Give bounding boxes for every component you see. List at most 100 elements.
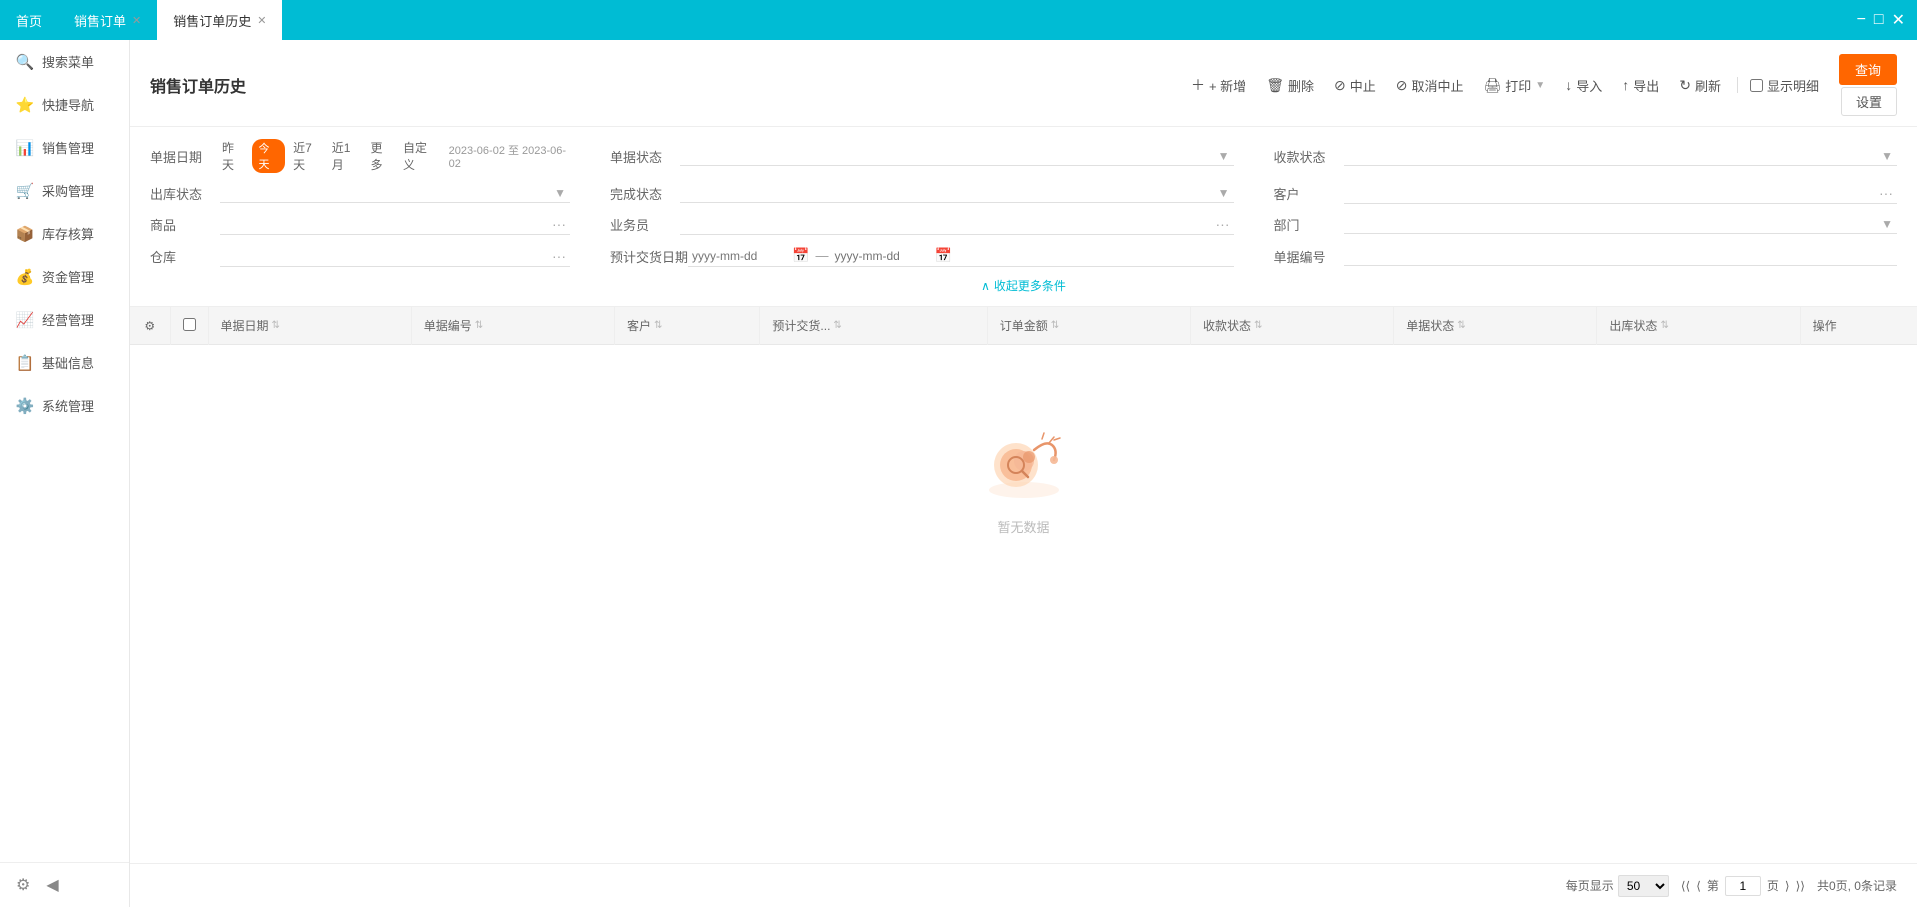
date-more[interactable]: 更多 xyxy=(369,139,395,173)
sort-number[interactable]: 单据编号 ⇅ xyxy=(424,317,602,334)
sidebar-item-purchase[interactable]: 🛒 采购管理 xyxy=(0,169,129,212)
collapse-filters-link[interactable]: ∧ 收起更多条件 xyxy=(150,277,1897,294)
date-custom[interactable]: 自定义 xyxy=(401,139,439,173)
warehouse-dots[interactable]: ··· xyxy=(552,248,566,264)
print-button[interactable]: 🖨 打印 ▼ xyxy=(1479,76,1549,95)
warehouse-label: 仓库 xyxy=(150,247,220,266)
delivery-calendar-end[interactable]: 📅 xyxy=(934,247,951,264)
page-title: 销售订单历史 xyxy=(150,73,246,97)
checkbox-column-header[interactable] xyxy=(170,307,208,345)
sidebar-item-basic-info[interactable]: 📋 基础信息 xyxy=(0,341,129,384)
col-header-outbound-status[interactable]: 出库状态 ⇅ xyxy=(1597,307,1800,345)
prev-page-btn[interactable]: ⟨ xyxy=(1696,879,1701,893)
content-header: 销售订单历史 ＋ + 新增 🗑 删除 ⊘ 中止 ⊘ 取消中止 xyxy=(130,40,1917,127)
cancel-stop-button[interactable]: ⊘ 取消中止 xyxy=(1392,76,1468,95)
warehouse-input-area: ··· xyxy=(220,246,570,267)
window-maximize-icon[interactable]: □ xyxy=(1874,11,1884,29)
sidebar-item-operations[interactable]: 📈 经营管理 xyxy=(0,298,129,341)
add-button[interactable]: ＋ + 新增 xyxy=(1187,75,1250,95)
sidebar-settings-icon[interactable]: ⚙ xyxy=(16,875,30,895)
settings-column-header[interactable]: ⚙ xyxy=(130,307,170,345)
refresh-button[interactable]: ↻ 刷新 xyxy=(1675,76,1725,95)
warehouse-input[interactable] xyxy=(224,249,552,263)
col-header-payment-status[interactable]: 收款状态 ⇅ xyxy=(1190,307,1393,345)
page-size-select-area: 每页显示 10 20 50 100 xyxy=(1566,875,1669,897)
outbound-status-dropdown[interactable]: ▼ xyxy=(220,184,570,203)
export-button[interactable]: ↑ 导出 xyxy=(1618,76,1663,95)
show-detail-checkbox-area[interactable]: 显示明细 xyxy=(1750,76,1819,95)
collapse-arrow-icon: ∧ xyxy=(981,279,990,293)
last-page-btn[interactable]: ⟩⟩ xyxy=(1796,879,1805,893)
goods-input[interactable] xyxy=(224,217,552,231)
sort-outbound-status[interactable]: 出库状态 ⇅ xyxy=(1609,317,1787,334)
salesperson-dots[interactable]: ··· xyxy=(1216,216,1230,232)
sidebar-collapse-icon[interactable]: ◀ xyxy=(46,875,58,895)
delivery-date-end[interactable] xyxy=(834,249,924,263)
delivery-date-range-area: 📅 — 📅 xyxy=(688,245,1233,267)
window-close-icon[interactable]: ✕ xyxy=(1892,10,1905,30)
col-header-amount[interactable]: 订单金额 ⇅ xyxy=(987,307,1190,345)
sidebar-item-quicknav[interactable]: ⭐ 快捷导航 xyxy=(0,83,129,126)
tab-sales-order-close[interactable]: ✕ xyxy=(132,14,141,27)
tab-sales-order-history-close[interactable]: ✕ xyxy=(257,14,266,27)
sidebar-item-purchase-label: 采购管理 xyxy=(42,181,94,200)
per-page-select[interactable]: 10 20 50 100 xyxy=(1618,875,1669,897)
delivery-dash: — xyxy=(815,248,828,263)
page-label: 第 xyxy=(1707,877,1719,894)
page-number-input[interactable] xyxy=(1725,876,1761,896)
col-header-number[interactable]: 单据编号 ⇅ xyxy=(411,307,614,345)
tab-home[interactable]: 首页 xyxy=(0,0,58,40)
import-icon: ↓ xyxy=(1565,77,1572,93)
sort-delivery[interactable]: 预计交货... ⇅ xyxy=(772,317,974,334)
stop-button[interactable]: ⊘ 中止 xyxy=(1330,76,1380,95)
salesperson-input-area: ··· xyxy=(680,214,1234,235)
import-button[interactable]: ↓ 导入 xyxy=(1561,76,1606,95)
filter-customer: 客户 ··· xyxy=(1274,183,1898,204)
cancel-label: 取消中止 xyxy=(1411,76,1463,95)
goods-dots[interactable]: ··· xyxy=(552,216,566,232)
date-yesterday[interactable]: 昨天 xyxy=(220,139,246,173)
delivery-date-start[interactable] xyxy=(692,249,782,263)
show-detail-checkbox[interactable] xyxy=(1750,79,1763,92)
tab-sales-order[interactable]: 销售订单 ✕ xyxy=(58,0,157,40)
filter-date-item: 单据日期 昨天 今天 近7天 近1月 更多 自定义 2023-06-02 至 2… xyxy=(150,139,570,173)
sidebar-item-sales[interactable]: 📊 销售管理 xyxy=(0,126,129,169)
col-header-customer[interactable]: 客户 ⇅ xyxy=(614,307,759,345)
sidebar-item-system[interactable]: ⚙️ 系统管理 xyxy=(0,384,129,427)
col-header-delivery[interactable]: 预计交货... ⇅ xyxy=(760,307,987,345)
window-minimize-icon[interactable]: − xyxy=(1857,11,1866,29)
query-button[interactable]: 查询 xyxy=(1839,54,1897,85)
bill-status-dropdown[interactable]: ▼ xyxy=(680,147,1234,166)
sort-date[interactable]: 单据日期 ⇅ xyxy=(221,317,399,334)
sort-bill-status[interactable]: 单据状态 ⇅ xyxy=(1406,317,1584,334)
delivery-calendar-start[interactable]: 📅 xyxy=(792,247,809,264)
delete-button[interactable]: 🗑 删除 xyxy=(1262,76,1318,95)
col-header-date[interactable]: 单据日期 ⇅ xyxy=(208,307,411,345)
date-1month[interactable]: 近1月 xyxy=(330,139,363,173)
customer-input[interactable] xyxy=(1348,186,1880,200)
next-page-btn[interactable]: ⟩ xyxy=(1785,879,1790,893)
first-page-btn[interactable]: ⟨⟨ xyxy=(1681,879,1690,893)
sidebar-item-finance[interactable]: 💰 资金管理 xyxy=(0,255,129,298)
sort-amount[interactable]: 订单金额 ⇅ xyxy=(1000,317,1178,334)
import-label: 导入 xyxy=(1576,76,1602,95)
sidebar-item-inventory[interactable]: 📦 库存核算 xyxy=(0,212,129,255)
customer-dots[interactable]: ··· xyxy=(1879,185,1893,201)
department-dropdown[interactable]: ▼ xyxy=(1344,215,1898,234)
date-today[interactable]: 今天 xyxy=(252,139,285,173)
payment-status-dropdown[interactable]: ▼ xyxy=(1344,147,1898,166)
salesperson-input[interactable] xyxy=(684,217,1216,231)
bill-number-input[interactable] xyxy=(1348,249,1894,263)
select-all-checkbox[interactable] xyxy=(183,318,196,331)
tab-sales-order-history[interactable]: 销售订单历史 ✕ xyxy=(157,0,282,40)
sort-customer[interactable]: 客户 ⇅ xyxy=(627,317,747,334)
sidebar-item-search[interactable]: 🔍 搜索菜单 xyxy=(0,40,129,83)
completion-status-label: 完成状态 xyxy=(610,184,680,203)
column-settings-icon[interactable]: ⚙ xyxy=(144,319,155,333)
sort-payment-status[interactable]: 收款状态 ⇅ xyxy=(1203,317,1381,334)
settings-button[interactable]: 设置 xyxy=(1841,87,1897,116)
print-label: 打印 xyxy=(1505,76,1531,95)
completion-status-dropdown[interactable]: ▼ xyxy=(680,184,1234,203)
col-header-bill-status[interactable]: 单据状态 ⇅ xyxy=(1394,307,1597,345)
date-7days[interactable]: 近7天 xyxy=(291,139,324,173)
